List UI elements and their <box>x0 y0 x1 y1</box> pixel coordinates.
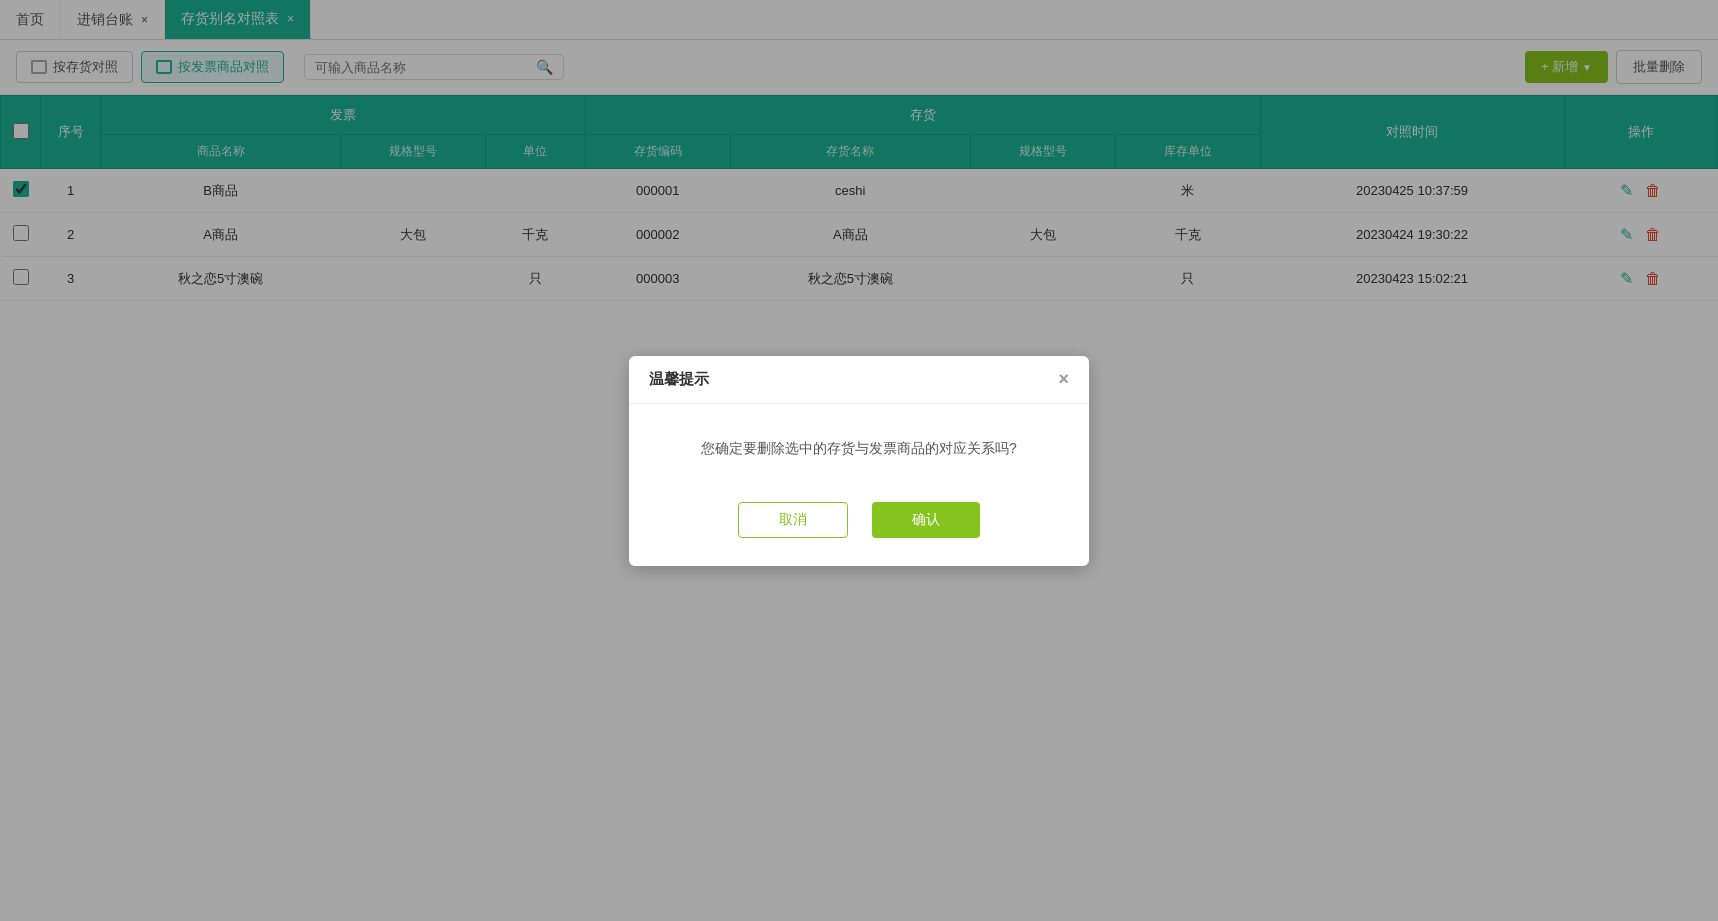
dialog-confirm-button[interactable]: 确认 <box>872 502 980 538</box>
modal-overlay: 温馨提示 × 您确定要删除选中的存货与发票商品的对应关系吗? 取消 确认 <box>0 0 1718 921</box>
dialog-cancel-button[interactable]: 取消 <box>738 502 848 538</box>
dialog-close-button[interactable]: × <box>1058 370 1069 388</box>
dialog-header: 温馨提示 × <box>629 356 1089 404</box>
dialog-body: 您确定要删除选中的存货与发票商品的对应关系吗? <box>629 404 1089 486</box>
confirm-dialog: 温馨提示 × 您确定要删除选中的存货与发票商品的对应关系吗? 取消 确认 <box>629 356 1089 566</box>
dialog-message: 您确定要删除选中的存货与发票商品的对应关系吗? <box>701 440 1017 456</box>
dialog-footer: 取消 确认 <box>629 486 1089 566</box>
dialog-title: 温馨提示 <box>649 370 709 389</box>
